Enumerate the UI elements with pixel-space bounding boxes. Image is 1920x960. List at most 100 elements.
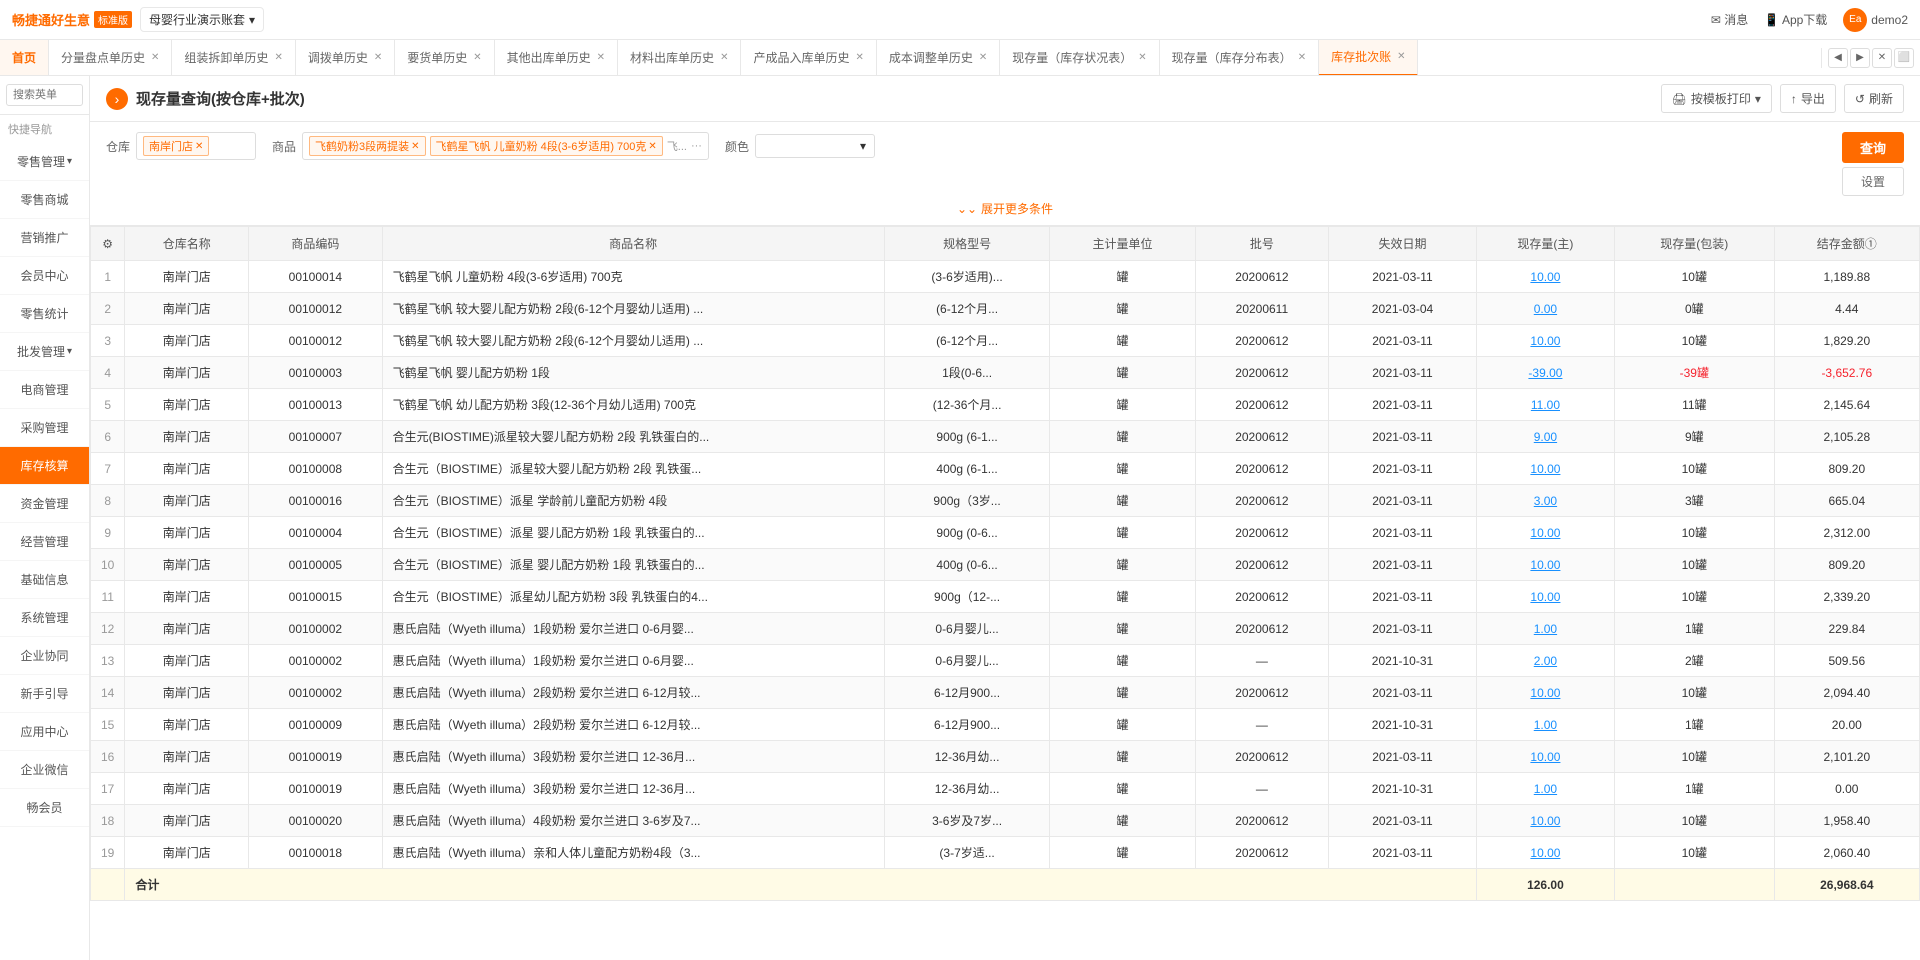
close-tab-transfer[interactable]: ✕ (374, 52, 382, 63)
logo-area: 畅捷通好生意 标准版 (12, 10, 132, 29)
sidebar-item-finance[interactable]: 资金管理 (0, 485, 89, 523)
cell-batch: 20200612 (1195, 357, 1328, 389)
app-download-btn[interactable]: 📱 App下载 (1764, 11, 1827, 28)
cell-qty-pkg: 10罐 (1614, 549, 1774, 581)
th-settings[interactable]: ⚙ (91, 227, 125, 261)
sidebar-item-retail-stats[interactable]: 零售统计 (0, 295, 89, 333)
cell-qty-pkg: 10罐 (1614, 837, 1774, 869)
tab-stock-status[interactable]: 现存量（库存状况表） ✕ (1000, 40, 1159, 76)
query-btn[interactable]: 查询 (1842, 132, 1904, 163)
sidebar-item-base-info[interactable]: 基础信息 (0, 561, 89, 599)
close-tab-assembly[interactable]: ✕ (274, 52, 282, 63)
cell-amount: 809.20 (1774, 453, 1919, 485)
tab-stock-distribution[interactable]: 现存量（库存分布表） ✕ (1160, 40, 1319, 76)
cell-spec: 900g (6-1... (884, 421, 1050, 453)
user-avatar[interactable]: Ea demo2 (1843, 8, 1908, 32)
cell-warehouse: 南岸门店 (125, 613, 249, 645)
tags-more-btn[interactable]: 飞... (667, 138, 687, 154)
warehouse-tag-nanan: 南岸门店 ✕ (143, 136, 209, 156)
close-tab-stock-distribution[interactable]: ✕ (1298, 52, 1306, 63)
sidebar-item-wholesale[interactable]: 批发管理 ▾ (0, 333, 89, 371)
cell-qty-pkg: 1罐 (1614, 773, 1774, 805)
cell-expire: 2021-03-11 (1329, 549, 1477, 581)
cell-qty-main: 1.00 (1476, 709, 1614, 741)
remove-product-tag-1[interactable]: ✕ (411, 141, 419, 152)
cell-spec: 3-6岁及7岁... (884, 805, 1050, 837)
remove-product-tag-2[interactable]: ✕ (648, 141, 656, 152)
nav-prev-btn[interactable]: ◀ (1828, 48, 1848, 68)
close-tab-order[interactable]: ✕ (473, 52, 481, 63)
tab-distribution-history[interactable]: 分量盘点单历史 ✕ (49, 40, 172, 76)
tab-cost-adjust[interactable]: 成本调整单历史 ✕ (877, 40, 1000, 76)
cell-amount: 229.84 (1774, 613, 1919, 645)
tab-material-history[interactable]: 材料出库单历史 ✕ (618, 40, 741, 76)
sidebar-item-members[interactable]: 会员中心 (0, 257, 89, 295)
print-template-btn[interactable]: 🖨 按模板打印 ▾ (1661, 84, 1772, 113)
sidebar-item-app-center[interactable]: 应用中心 (0, 713, 89, 751)
tab-product-inbound[interactable]: 产成品入库单历史 ✕ (741, 40, 876, 76)
cell-qty-main: 10.00 (1476, 261, 1614, 293)
tab-outbound-history[interactable]: 其他出库单历史 ✕ (495, 40, 618, 76)
close-tab-outbound[interactable]: ✕ (597, 52, 605, 63)
maximize-btn[interactable]: ⬜ (1894, 48, 1914, 68)
refresh-btn[interactable]: ↺ 刷新 (1844, 84, 1904, 113)
close-tab-stock-status[interactable]: ✕ (1138, 52, 1146, 63)
sidebar-search-area (0, 76, 89, 115)
cell-qty-main: 10.00 (1476, 805, 1614, 837)
expand-sidebar-btn[interactable]: › (106, 88, 128, 110)
close-tab-material[interactable]: ✕ (720, 52, 728, 63)
tab-order-history[interactable]: 要货单历史 ✕ (395, 40, 494, 76)
sidebar-item-purchase[interactable]: 采购管理 (0, 409, 89, 447)
table-row: 14 南岸门店 00100002 惠氏启陆（Wyeth illuma）2段奶粉 … (91, 677, 1920, 709)
close-tab-cost-adjust[interactable]: ✕ (979, 52, 987, 63)
sidebar-item-retail-mgmt[interactable]: 零售管理 ▾ (0, 143, 89, 181)
warehouse-tags-container[interactable]: 南岸门店 ✕ (136, 132, 256, 160)
sidebar-item-wecom[interactable]: 企业微信 (0, 751, 89, 789)
warehouse-selector[interactable]: 母婴行业演示账套 ▾ (140, 7, 264, 32)
message-btn[interactable]: ✉ 消息 (1711, 11, 1748, 28)
sidebar-item-retail-shop[interactable]: 零售商城 (0, 181, 89, 219)
cell-warehouse: 南岸门店 (125, 389, 249, 421)
cell-spec: (12-36个月... (884, 389, 1050, 421)
cell-spec: (6-12个月... (884, 293, 1050, 325)
content-area: › 现存量查询(按仓库+批次) 🖨 按模板打印 ▾ ↑ 导出 ↺ 刷新 (90, 76, 1920, 960)
setting-btn[interactable]: 设置 (1842, 167, 1904, 196)
tab-transfer-history[interactable]: 调拨单历史 ✕ (296, 40, 395, 76)
cell-qty-pkg: 0罐 (1614, 293, 1774, 325)
cell-num: 5 (91, 389, 125, 421)
printer-icon: 🖨 (1672, 92, 1687, 106)
tab-assembly-history[interactable]: 组装拆卸单历史 ✕ (172, 40, 295, 76)
cell-qty-main: 0.00 (1476, 293, 1614, 325)
cell-code: 00100002 (249, 677, 382, 709)
sidebar-item-inventory[interactable]: 库存核算 (0, 447, 89, 485)
close-all-tabs-btn[interactable]: ✕ (1872, 48, 1892, 68)
tab-batch-account[interactable]: 库存批次账 ✕ (1319, 40, 1418, 76)
expand-more-btn[interactable]: ⌄⌄ 展开更多条件 (106, 196, 1904, 219)
search-input[interactable] (6, 84, 83, 106)
close-tab-distribution[interactable]: ✕ (151, 52, 159, 63)
sidebar-item-ecommerce[interactable]: 电商管理 (0, 371, 89, 409)
sidebar-item-marketing[interactable]: 营销推广 (0, 219, 89, 257)
filter-main-row: 仓库 南岸门店 ✕ 商品 飞鹤奶粉3段两提装 (106, 132, 1904, 196)
cell-name: 惠氏启陆（Wyeth illuma）2段奶粉 爱尔兰进口 6-12月较... (382, 677, 884, 709)
remove-warehouse-tag[interactable]: ✕ (195, 141, 203, 152)
product-tags-container[interactable]: 飞鹤奶粉3段两提装 ✕ 飞鹤星飞帆 儿童奶粉 4段(3-6岁适用) 700克 ✕… (302, 132, 709, 160)
sidebar-item-guide[interactable]: 新手引导 (0, 675, 89, 713)
close-tab-batch-account[interactable]: ✕ (1397, 51, 1405, 62)
sidebar-item-enterprise[interactable]: 企业协同 (0, 637, 89, 675)
cell-code: 00100008 (249, 453, 382, 485)
sidebar-item-operations[interactable]: 经营管理 (0, 523, 89, 561)
cell-name: 合生元（BIOSTIME）派星较大婴儿配方奶粉 2段 乳铁蛋... (382, 453, 884, 485)
cell-batch: 20200612 (1195, 517, 1328, 549)
cell-expire: 2021-03-11 (1329, 485, 1477, 517)
cell-expire: 2021-03-11 (1329, 741, 1477, 773)
cell-batch: 20200612 (1195, 549, 1328, 581)
close-tab-product-inbound[interactable]: ✕ (855, 52, 863, 63)
sidebar-item-member-plus[interactable]: 畅会员 (0, 789, 89, 827)
nav-next-btn[interactable]: ▶ (1850, 48, 1870, 68)
cell-expire: 2021-10-31 (1329, 645, 1477, 677)
tab-home[interactable]: 首页 (0, 40, 49, 76)
export-btn[interactable]: ↑ 导出 (1780, 84, 1836, 113)
color-input[interactable]: ▾ (755, 134, 875, 158)
sidebar-item-system[interactable]: 系统管理 (0, 599, 89, 637)
